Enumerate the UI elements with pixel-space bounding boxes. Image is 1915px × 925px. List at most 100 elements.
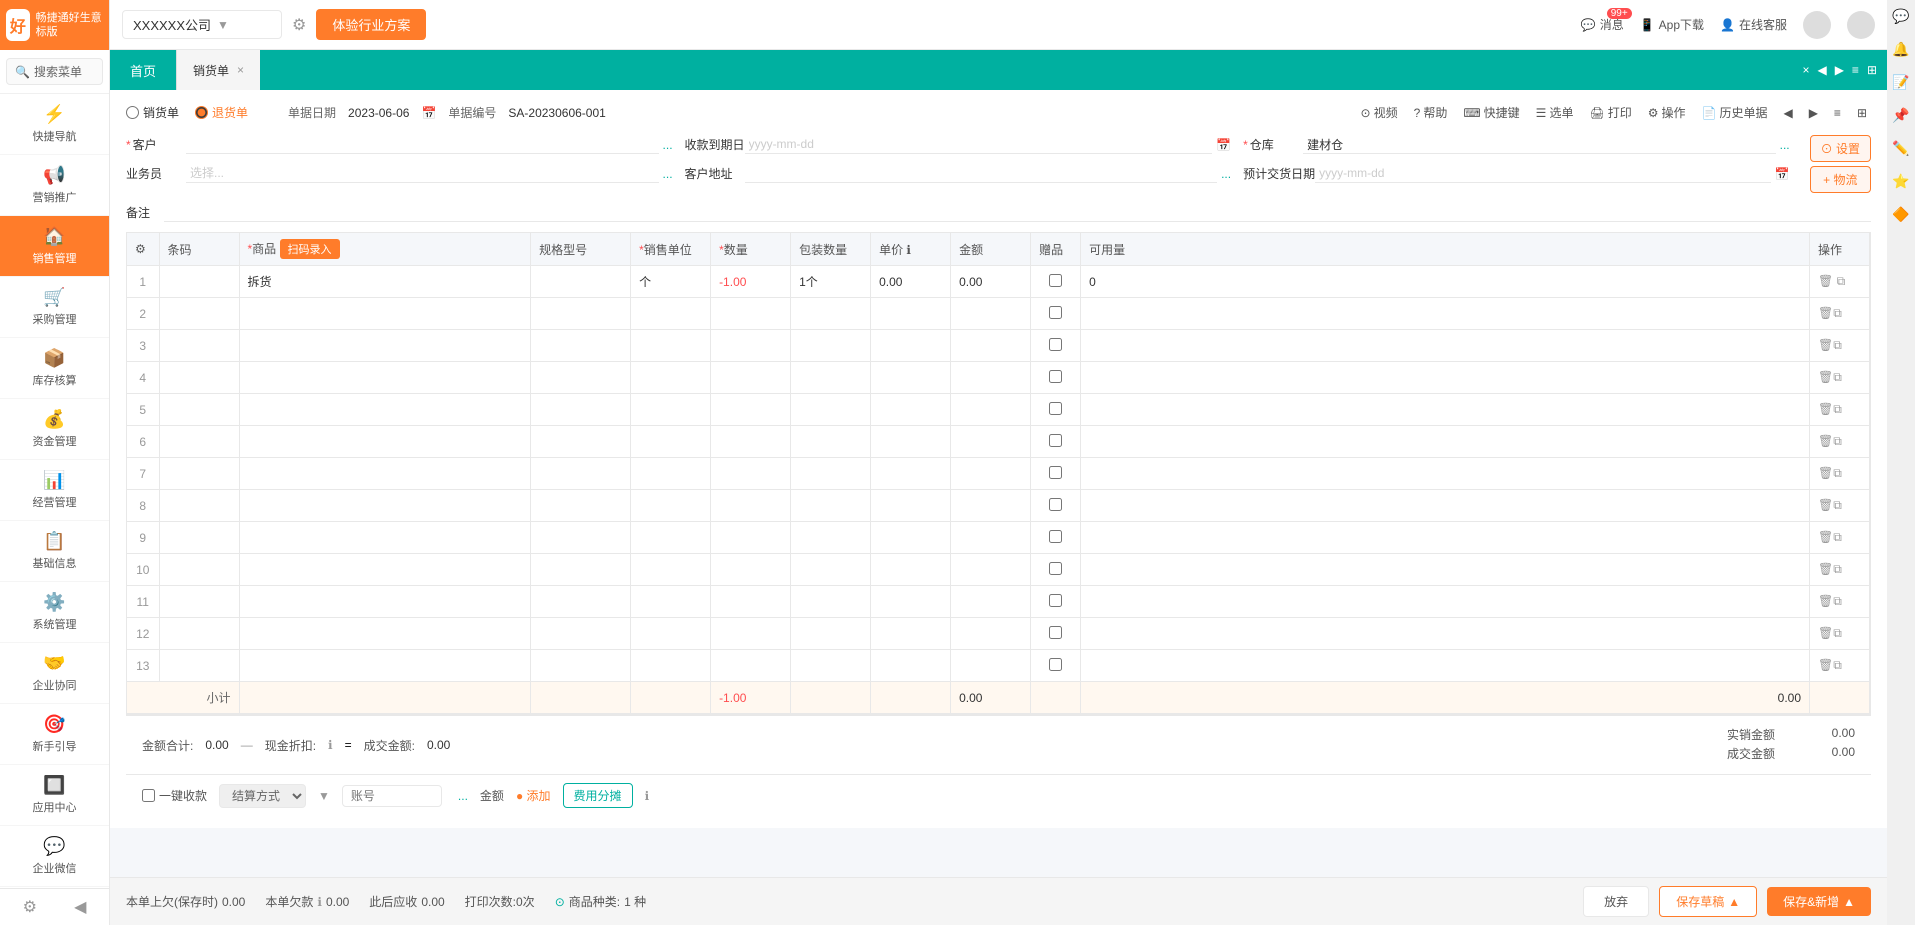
customer-dots[interactable]: ... [663, 138, 673, 152]
row-4-pkg-quantity[interactable] [791, 362, 871, 394]
row-12-product[interactable] [239, 618, 531, 650]
sidebar-item-enterprise[interactable]: 🤝 企业协同 [0, 643, 109, 704]
row-10-gift-checkbox[interactable] [1049, 562, 1062, 575]
row-5-pkg-quantity[interactable] [791, 394, 871, 426]
bank-account-dots[interactable]: ... [458, 789, 468, 803]
row-4-product[interactable] [239, 362, 531, 394]
row-13-unit-price[interactable] [871, 650, 951, 682]
row-12-pkg-quantity[interactable] [791, 618, 871, 650]
row-2-unit[interactable] [631, 298, 711, 330]
row-3-pkg-quantity[interactable] [791, 330, 871, 362]
sales-order-radio-input[interactable] [126, 106, 139, 119]
row-10-unit-price[interactable] [871, 554, 951, 586]
row-1-amount[interactable]: 0.00 [951, 266, 1031, 298]
warehouse-dots[interactable]: ... [1780, 138, 1790, 152]
row-5-gift[interactable] [1031, 394, 1081, 426]
row-13-pkg-quantity[interactable] [791, 650, 871, 682]
row-7-unit-price[interactable] [871, 458, 951, 490]
row-12-copy-icon[interactable]: ⧉ [1833, 626, 1842, 640]
row-3-spec[interactable] [531, 330, 631, 362]
row-2-delete-icon[interactable]: 🗑 [1818, 306, 1833, 320]
row-4-barcode[interactable] [159, 362, 239, 394]
row-8-barcode[interactable] [159, 490, 239, 522]
sales-order-radio[interactable]: 销货单 [126, 104, 179, 121]
row-3-gift[interactable] [1031, 330, 1081, 362]
row-2-quantity[interactable] [711, 298, 791, 330]
row-6-gift-checkbox[interactable] [1049, 434, 1062, 447]
row-5-gift-checkbox[interactable] [1049, 402, 1062, 415]
row-1-copy-icon[interactable]: ⧉ [1837, 274, 1846, 288]
row-4-quantity[interactable] [711, 362, 791, 394]
print-btn[interactable]: 🖨 打印 [1585, 102, 1635, 123]
row-10-product[interactable] [239, 554, 531, 586]
row-13-gift[interactable] [1031, 650, 1081, 682]
row-10-spec[interactable] [531, 554, 631, 586]
next-icon[interactable]: ▶ [1805, 104, 1822, 122]
row-1-delete-icon[interactable]: 🗑 [1818, 274, 1833, 288]
col-settings[interactable]: ⚙ [127, 233, 159, 266]
tab-view-list-icon[interactable]: ≡ [1852, 63, 1859, 77]
row-3-copy-icon[interactable]: ⧉ [1833, 338, 1842, 352]
row-6-copy-icon[interactable]: ⧉ [1833, 434, 1842, 448]
row-2-amount[interactable] [951, 298, 1031, 330]
row-13-gift-checkbox[interactable] [1049, 658, 1062, 671]
row-9-barcode[interactable] [159, 522, 239, 554]
row-8-unit[interactable] [631, 490, 711, 522]
row-2-gift-checkbox[interactable] [1049, 306, 1062, 319]
row-11-unit[interactable] [631, 586, 711, 618]
list-view-icon[interactable]: ≡ [1830, 104, 1845, 122]
row-3-quantity[interactable] [711, 330, 791, 362]
one-click-payment-label[interactable]: 一键收款 [142, 787, 207, 804]
video-btn[interactable]: ⊙ 视频 [1357, 102, 1402, 123]
tab-close-main-icon[interactable]: × [1802, 63, 1809, 77]
row-8-quantity[interactable] [711, 490, 791, 522]
right-panel-alert-icon[interactable]: 🔶 [1892, 206, 1909, 223]
row-12-barcode[interactable] [159, 618, 239, 650]
company-selector[interactable]: XXXXXX公司 ▼ [122, 10, 282, 39]
row-11-product[interactable] [239, 586, 531, 618]
row-6-amount[interactable] [951, 426, 1031, 458]
settlement-method-select[interactable]: 结算方式 [219, 784, 306, 808]
row-3-unit[interactable] [631, 330, 711, 362]
row-8-pkg-quantity[interactable] [791, 490, 871, 522]
tab-view-icon-1[interactable]: ◀ [1817, 63, 1826, 77]
right-panel-note-icon[interactable]: 📝 [1892, 74, 1909, 91]
sidebar-item-appstore[interactable]: 🔲 应用中心 [0, 765, 109, 826]
row-3-product[interactable] [239, 330, 531, 362]
row-5-delete-icon[interactable]: 🗑 [1818, 402, 1833, 416]
online-service-button[interactable]: 👤 在线客服 [1720, 16, 1787, 33]
row-6-delete-icon[interactable]: 🗑 [1818, 434, 1833, 448]
sidebar-item-wecom[interactable]: 💬 企业微信 [0, 826, 109, 887]
row-8-delete-icon[interactable]: 🗑 [1818, 498, 1833, 512]
row-7-unit[interactable] [631, 458, 711, 490]
row-7-amount[interactable] [951, 458, 1031, 490]
row-9-gift[interactable] [1031, 522, 1081, 554]
fee-split-button[interactable]: 费用分摊 [563, 783, 633, 808]
sidebar-item-inventory[interactable]: 📦 库存核算 [0, 338, 109, 399]
row-9-amount[interactable] [951, 522, 1031, 554]
salesperson-dots[interactable]: ... [663, 167, 673, 181]
row-13-barcode[interactable] [159, 650, 239, 682]
row-12-gift[interactable] [1031, 618, 1081, 650]
row-4-gift-checkbox[interactable] [1049, 370, 1062, 383]
sidebar-item-sales[interactable]: 🏠 销售管理 [0, 216, 109, 277]
row-11-amount[interactable] [951, 586, 1031, 618]
row-2-pkg-quantity[interactable] [791, 298, 871, 330]
row-2-barcode[interactable] [159, 298, 239, 330]
sidebar-collapse-icon[interactable]: ◀ [74, 897, 86, 917]
row-11-spec[interactable] [531, 586, 631, 618]
row-10-pkg-quantity[interactable] [791, 554, 871, 586]
row-8-unit-price[interactable] [871, 490, 951, 522]
shortcuts-btn[interactable]: ⌨ 快捷键 [1459, 102, 1523, 123]
row-7-gift-checkbox[interactable] [1049, 466, 1062, 479]
sidebar-item-system[interactable]: ⚙️ 系统管理 [0, 582, 109, 643]
row-7-barcode[interactable] [159, 458, 239, 490]
prev-icon[interactable]: ◀ [1779, 104, 1796, 122]
row-9-copy-icon[interactable]: ⧉ [1833, 530, 1842, 544]
row-4-gift[interactable] [1031, 362, 1081, 394]
row-5-amount[interactable] [951, 394, 1031, 426]
trial-button[interactable]: 体验行业方案 [316, 9, 426, 40]
row-4-unit[interactable] [631, 362, 711, 394]
row-3-gift-checkbox[interactable] [1049, 338, 1062, 351]
delivery-date-input[interactable] [1315, 164, 1771, 183]
